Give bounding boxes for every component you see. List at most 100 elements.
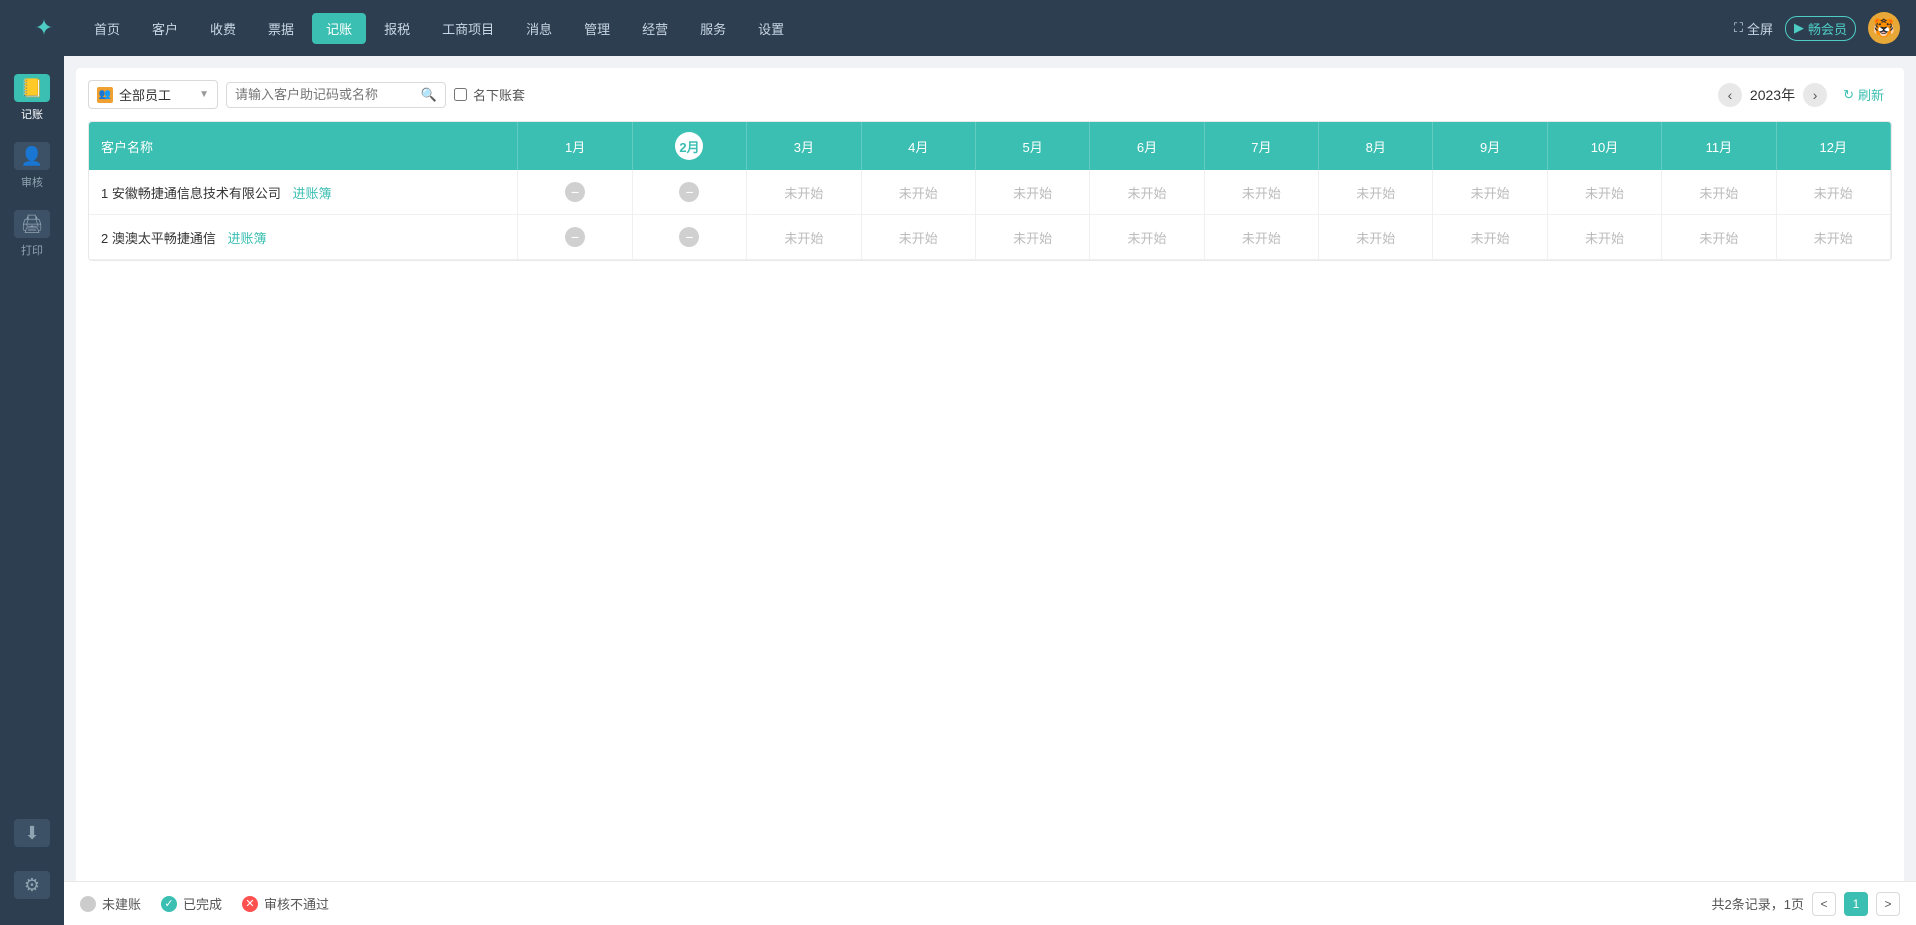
legend-not-created-label: 未建账 (102, 894, 141, 913)
cell-1-jun: 未开始 (1090, 170, 1204, 215)
sidebar-item-print[interactable]: 🖨 打印 (0, 200, 64, 268)
sidebar-item-audit[interactable]: 👤 审核 (0, 132, 64, 200)
next-page-button[interactable]: > (1876, 892, 1900, 916)
nav-bookkeeping[interactable]: 记账 (312, 13, 366, 44)
audit-icon: 👤 (14, 142, 50, 170)
table-header-row: 客户名称 1月 2月 3月 4月 5月 6月 7月 8月 9月 (89, 122, 1891, 170)
legend-grey-dot (80, 896, 96, 912)
not-started-label: 未开始 (1127, 231, 1166, 246)
user-avatar[interactable]: 🐯 (1868, 12, 1900, 44)
cell-2-apr: 未开始 (861, 215, 975, 260)
sidebar-label-bookkeeping: 记账 (21, 106, 43, 122)
nav-tax[interactable]: 报税 (370, 13, 424, 44)
page-1-button[interactable]: 1 (1844, 892, 1868, 916)
th-jun: 6月 (1090, 122, 1204, 170)
customer-cell-2: 2 澳澳太平畅捷通信 进账簿 (89, 215, 518, 260)
print-icon: 🖨 (14, 210, 50, 238)
not-started-label: 未开始 (1013, 231, 1052, 246)
nav-operation[interactable]: 经营 (628, 13, 682, 44)
sidebar-item-settings[interactable]: ⚙ (0, 861, 64, 909)
refresh-icon: ↻ (1843, 87, 1854, 103)
cell-1-jul: 未开始 (1204, 170, 1318, 215)
mine-accounts-checkbox[interactable] (454, 88, 467, 101)
status-minus: − (565, 182, 585, 202)
member-button[interactable]: ▶ 畅会员 (1785, 16, 1856, 41)
nav-customer[interactable]: 客户 (138, 13, 192, 44)
th-mar: 3月 (747, 122, 861, 170)
th-customer-name: 客户名称 (89, 122, 518, 170)
legend-area: 未建账 ✓ 已完成 ✕ 审核不通过 (80, 894, 329, 913)
nav-home[interactable]: 首页 (80, 13, 134, 44)
bookkeeping-icon: 📒 (14, 74, 50, 102)
not-started-label: 未开始 (1471, 186, 1510, 201)
th-apr: 4月 (861, 122, 975, 170)
status-minus: − (565, 227, 585, 247)
cell-1-oct: 未开始 (1547, 170, 1661, 215)
search-input[interactable] (235, 87, 415, 102)
nav-fee[interactable]: 收费 (196, 13, 250, 44)
sidebar-item-export[interactable]: ⬇ (0, 809, 64, 857)
nav-service[interactable]: 服务 (686, 13, 740, 44)
not-started-label: 未开始 (1356, 231, 1395, 246)
customer-name-2: 澳澳太平畅捷通信 (112, 231, 216, 246)
cell-2-jun: 未开始 (1090, 215, 1204, 260)
cell-1-aug: 未开始 (1319, 170, 1433, 215)
year-next-button[interactable]: › (1803, 83, 1827, 107)
not-started-label: 未开始 (899, 186, 938, 201)
th-sep: 9月 (1433, 122, 1547, 170)
legend-not-created: 未建账 (80, 894, 141, 913)
status-minus: − (679, 182, 699, 202)
refresh-button[interactable]: ↻ 刷新 (1835, 81, 1892, 108)
cell-2-dec: 未开始 (1776, 215, 1890, 260)
legend-completed-label: 已完成 (183, 894, 222, 913)
row-index-1: 1 (101, 186, 108, 201)
cell-1-mar: 未开始 (747, 170, 861, 215)
year-prev-button[interactable]: ‹ (1718, 83, 1742, 107)
sidebar-item-bookkeeping[interactable]: 📒 记账 (0, 64, 64, 132)
cell-2-feb: − (632, 215, 746, 260)
record-info: 共2条记录，1页 (1712, 894, 1804, 913)
nav-business[interactable]: 工商项目 (428, 13, 508, 44)
content-card: 👥 全部员工 ▼ 🔍 名下账套 ‹ 2023年 › ↻ 刷新 (76, 68, 1904, 893)
th-dec: 12月 (1776, 122, 1890, 170)
not-started-label: 未开始 (1585, 231, 1624, 246)
employee-dropdown-arrow: ▼ (199, 89, 209, 100)
nav-settings[interactable]: 设置 (744, 13, 798, 44)
nav-invoice[interactable]: 票据 (254, 13, 308, 44)
bookkeeping-table: 客户名称 1月 2月 3月 4月 5月 6月 7月 8月 9月 (89, 122, 1891, 260)
customer-name-1: 安徽畅捷通信息技术有限公司 (112, 186, 281, 201)
nav-management[interactable]: 管理 (570, 13, 624, 44)
th-feb: 2月 (632, 122, 746, 170)
left-sidebar: 📒 记账 👤 审核 🖨 打印 ⬇ ⚙ (0, 56, 64, 925)
top-navigation: ✦ 首页 客户 收费 票据 记账 报税 工商项目 消息 管理 经营 服务 设置 … (0, 0, 1916, 56)
not-started-label: 未开始 (1814, 231, 1853, 246)
not-started-label: 未开始 (899, 231, 938, 246)
refresh-label: 刷新 (1858, 85, 1884, 104)
th-jul: 7月 (1204, 122, 1318, 170)
pagination-area: 共2条记录，1页 < 1 > (1712, 892, 1900, 916)
cell-1-dec: 未开始 (1776, 170, 1890, 215)
row-index-2: 2 (101, 231, 108, 246)
entry-link-1[interactable]: 进账簿 (293, 186, 332, 201)
not-started-label: 未开始 (1242, 231, 1281, 246)
sidebar-label-audit: 审核 (21, 174, 43, 190)
cell-1-nov: 未开始 (1662, 170, 1776, 215)
page-footer: 未建账 ✓ 已完成 ✕ 审核不通过 共2条记录，1页 < 1 > (64, 881, 1916, 925)
nav-message[interactable]: 消息 (512, 13, 566, 44)
mine-accounts-checkbox-wrap[interactable]: 名下账套 (454, 85, 525, 104)
entry-link-2[interactable]: 进账簿 (228, 231, 267, 246)
not-started-label: 未开始 (784, 186, 823, 201)
th-may: 5月 (975, 122, 1089, 170)
th-oct: 10月 (1547, 122, 1661, 170)
mine-accounts-label: 名下账套 (473, 85, 525, 104)
customer-cell-1: 1 安徽畅捷通信息技术有限公司 进账簿 (89, 170, 518, 215)
cell-1-apr: 未开始 (861, 170, 975, 215)
search-icon[interactable]: 🔍 (421, 87, 437, 103)
employee-select[interactable]: 👥 全部员工 ▼ (88, 80, 218, 109)
fullscreen-button[interactable]: ⛶ 全屏 (1734, 19, 1773, 38)
sidebar-label-print: 打印 (21, 242, 43, 258)
legend-completed: ✓ 已完成 (161, 894, 222, 913)
sidebar-bottom: ⬇ ⚙ (0, 809, 64, 925)
prev-page-button[interactable]: < (1812, 892, 1836, 916)
employee-icon: 👥 (97, 87, 113, 103)
